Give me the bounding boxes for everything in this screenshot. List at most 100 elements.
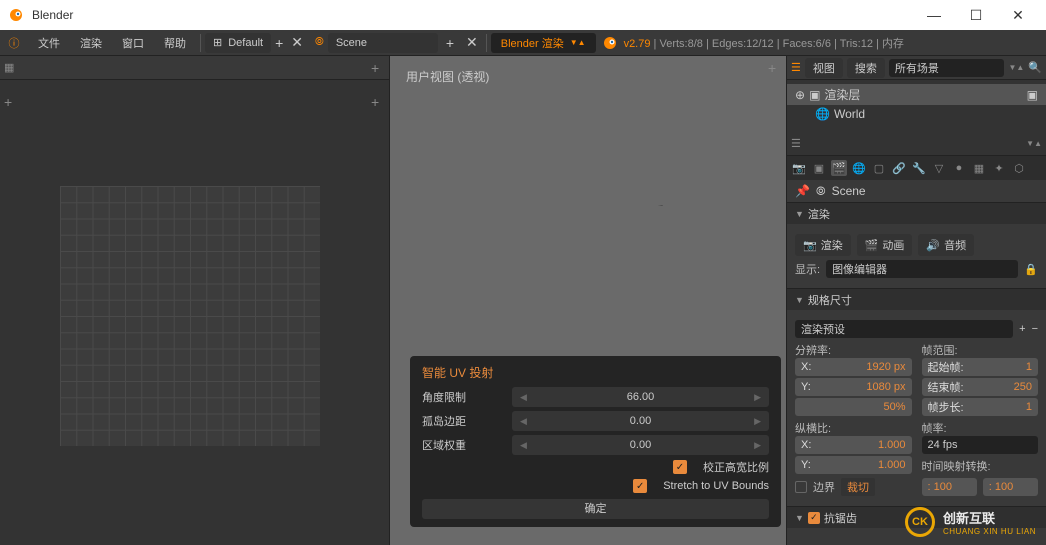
tab-render-layers[interactable]: ▣ <box>811 160 827 176</box>
render-preset[interactable]: 渲染预设 <box>795 320 1013 338</box>
expand-icon[interactable]: ⊕ <box>795 88 805 102</box>
outliner-tree[interactable]: ⊕ ▣ 渲染层 ▣ 🌐 World <box>787 80 1046 132</box>
lock-icon[interactable]: 🔒 <box>1024 263 1038 276</box>
chevron-icon[interactable]: ▼▲ <box>1026 139 1042 148</box>
scene-remove-button[interactable]: ✕ <box>462 34 482 51</box>
close-button[interactable]: ✕ <box>998 1 1038 29</box>
layout-selector[interactable]: ⊞ Default <box>205 33 271 53</box>
chevron-icon[interactable]: ▼▲ <box>1008 63 1024 72</box>
res-pct-field[interactable]: 50% <box>795 398 912 416</box>
info-icon[interactable]: ⓘ <box>0 35 28 51</box>
angle-value: 66.00 <box>627 391 655 403</box>
tree-world[interactable]: 🌐 World <box>795 105 1038 123</box>
menu-help[interactable]: 帮助 <box>154 30 196 56</box>
aspect-x-field[interactable]: X:1.000 <box>795 436 912 454</box>
scene-selector[interactable]: Scene <box>328 33 438 53</box>
render-button[interactable]: 📷渲染 <box>795 234 851 256</box>
tab-physics[interactable]: ⬡ <box>1011 160 1027 176</box>
angle-limit-field[interactable]: ◀66.00▶ <box>512 387 769 407</box>
tab-world[interactable]: 🌐 <box>851 160 867 176</box>
remap-old-field[interactable]: : 100 <box>922 478 977 496</box>
display-value: 图像编辑器 <box>832 261 887 277</box>
stat-faces: Faces:6/6 <box>783 38 831 50</box>
tab-material[interactable]: ● <box>951 160 967 176</box>
tab-constraints[interactable]: 🔗 <box>891 160 907 176</box>
uv-panel: ▦ + + + <box>0 56 390 545</box>
island-margin-field[interactable]: ◀0.00▶ <box>512 411 769 431</box>
tab-texture[interactable]: ▦ <box>971 160 987 176</box>
render-engine-selector[interactable]: Blender 渲染 ▼▲ <box>491 33 596 53</box>
editor-type-icon[interactable]: ▦ <box>4 61 14 74</box>
layers-toggle-icon[interactable]: ▣ <box>1027 88 1038 102</box>
outliner-filter[interactable]: 所有场景 <box>889 59 1005 77</box>
tab-object[interactable]: ▢ <box>871 160 887 176</box>
audio-button[interactable]: 🔊音频 <box>918 234 974 256</box>
smart-uv-popup: 智能 UV 投射 角度限制 ◀66.00▶ 孤岛边距 ◀0.00▶ 区域权重 ◀… <box>410 356 781 527</box>
aspect-y-field[interactable]: Y:1.000 <box>795 456 912 474</box>
tab-modifiers[interactable]: 🔧 <box>911 160 927 176</box>
watermark-en: CHUANG XIN HU LIAN <box>943 527 1036 536</box>
correct-aspect-label: 校正高宽比例 <box>703 459 769 475</box>
layout-add-button[interactable]: + <box>271 35 287 51</box>
menu-window[interactable]: 窗口 <box>112 30 154 56</box>
viewport-split-button[interactable]: + <box>768 60 782 74</box>
section-render-header[interactable]: ▼渲染 <box>787 202 1046 224</box>
crop-label[interactable]: 裁切 <box>841 478 875 496</box>
scene-add-button[interactable]: + <box>442 35 458 51</box>
preset-add-button[interactable]: + <box>1019 323 1025 335</box>
ok-button[interactable]: 确定 <box>422 499 769 519</box>
display-selector[interactable]: 图像编辑器 <box>826 260 1018 278</box>
outliner-view-btn[interactable]: 视图 <box>805 58 843 78</box>
maximize-button[interactable]: ☐ <box>956 1 996 29</box>
area-split-top-right[interactable]: + <box>371 60 385 74</box>
grid-icon: ⊞ <box>213 36 222 49</box>
render-engine-label: Blender 渲染 <box>501 35 564 51</box>
frame-rate-selector[interactable]: 24 fps <box>922 436 1039 454</box>
globe-icon: 🌐 <box>815 107 830 121</box>
stretch-bounds-checkbox[interactable]: ✓ <box>633 479 647 493</box>
layout-remove-button[interactable]: ✕ <box>287 34 307 51</box>
angle-limit-label: 角度限制 <box>422 389 502 405</box>
res-x-field[interactable]: X:1920 px <box>795 358 912 376</box>
frame-start-field[interactable]: 起始帧:1 <box>922 358 1039 376</box>
tab-particles[interactable]: ✦ <box>991 160 1007 176</box>
area-weight-field[interactable]: ◀0.00▶ <box>512 435 769 455</box>
frame-rate-value: 24 fps <box>928 439 958 451</box>
layers-icon: ▣ <box>809 88 820 102</box>
pin-icon[interactable]: 📌 <box>795 184 810 198</box>
minimize-button[interactable]: — <box>914 1 954 29</box>
outliner-icon[interactable]: ☰ <box>791 61 801 74</box>
tree-render-layers[interactable]: ⊕ ▣ 渲染层 ▣ <box>787 84 1046 105</box>
tab-data[interactable]: ▽ <box>931 160 947 176</box>
panel-plus-l[interactable]: + <box>4 94 18 108</box>
stats-bar: v2.79 | Verts:8/8 | Edges:12/12 | Faces:… <box>624 35 1046 51</box>
uv-grid[interactable] <box>60 186 320 446</box>
anim-button[interactable]: 🎬动画 <box>857 234 913 256</box>
tab-render[interactable]: 📷 <box>791 160 807 176</box>
uv-panel-header: ▦ <box>0 56 389 80</box>
preset-remove-button[interactable]: − <box>1032 323 1038 335</box>
aa-checkbox[interactable]: ✓ <box>808 512 820 524</box>
tab-scene[interactable]: 🎬 <box>831 160 847 176</box>
frame-end-field[interactable]: 结束帧:250 <box>922 378 1039 396</box>
correct-aspect-checkbox[interactable]: ✓ <box>673 460 687 474</box>
island-value: 0.00 <box>630 415 651 427</box>
frame-step-field[interactable]: 帧步长:1 <box>922 398 1039 416</box>
border-checkbox[interactable] <box>795 481 807 493</box>
anim-btn-label: 动画 <box>882 237 904 253</box>
panel-plus-r[interactable]: + <box>371 94 385 108</box>
properties-icon[interactable]: ☰ <box>791 137 801 150</box>
render-layer-label: 渲染层 <box>824 86 860 103</box>
stat-edges: Edges:12/12 <box>712 38 774 50</box>
menu-file[interactable]: 文件 <box>28 30 70 56</box>
section-dimensions-header[interactable]: ▼规格尺寸 <box>787 288 1046 310</box>
frame-range-label: 帧范围: <box>922 342 1039 358</box>
res-y-field[interactable]: Y:1080 px <box>795 378 912 396</box>
remap-new-field[interactable]: : 100 <box>983 478 1038 496</box>
outliner-search-btn[interactable]: 搜索 <box>847 58 885 78</box>
stat-verts: Verts:8/8 <box>659 38 702 50</box>
menu-render[interactable]: 渲染 <box>70 30 112 56</box>
viewport-3d[interactable]: 用户视图 (透视) + <box>390 56 786 545</box>
search-icon[interactable]: 🔍 <box>1028 61 1042 74</box>
properties-header: ☰ ▼▲ <box>787 132 1046 156</box>
